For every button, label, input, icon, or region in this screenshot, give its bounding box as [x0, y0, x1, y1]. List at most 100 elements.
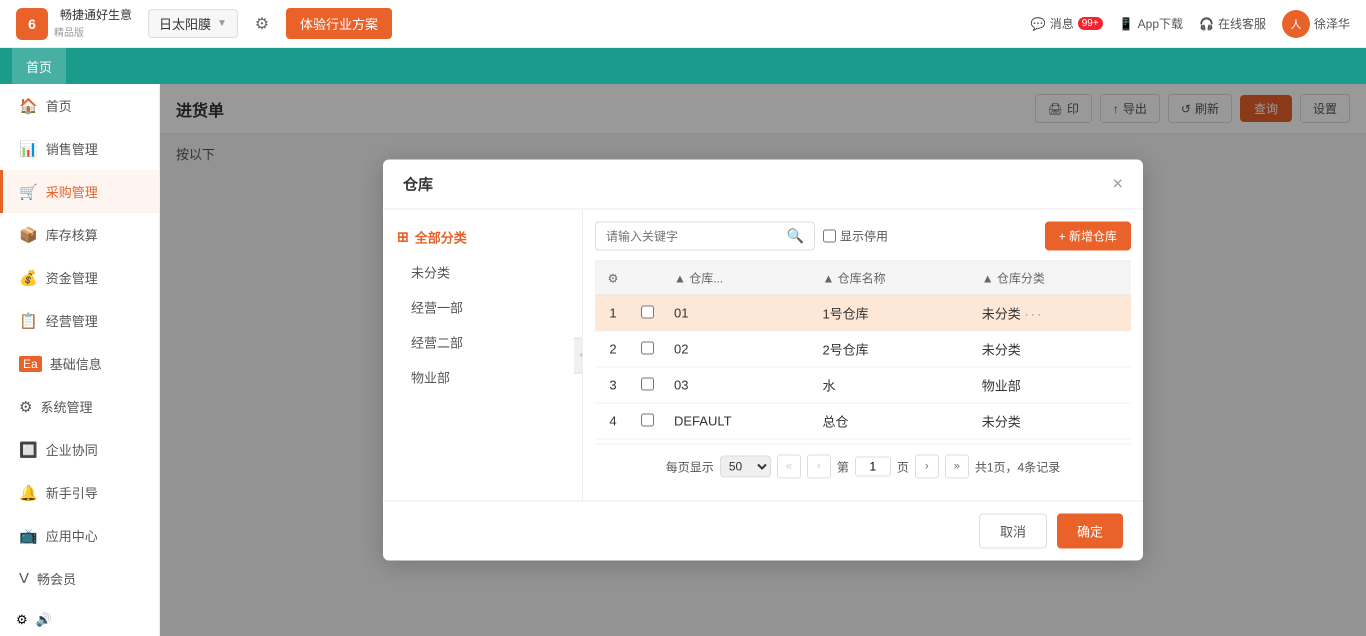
- table-row[interactable]: 2 02 2号仓库 未分类: [595, 331, 1131, 367]
- sidebar-item-sales-label: 销售管理: [46, 139, 98, 158]
- row-name: 2号仓库: [812, 331, 971, 367]
- gear-button[interactable]: ⚙: [246, 8, 278, 40]
- sidebar-item-guide[interactable]: 🔔 新手引导: [0, 471, 159, 514]
- row-num: 4: [595, 403, 631, 439]
- collapse-button[interactable]: «: [574, 337, 583, 373]
- trial-button[interactable]: 体验行业方案: [286, 8, 392, 39]
- chevron-down-icon: ▼: [217, 18, 227, 29]
- sidebar-item-enterprise[interactable]: 🔲 企业协同: [0, 428, 159, 471]
- sidebar-item-finance-label: 资金管理: [46, 268, 98, 287]
- avatar: 人: [1282, 10, 1310, 38]
- sidebar-item-home[interactable]: 🏠 首页: [0, 84, 159, 127]
- guide-icon: 🔔: [19, 484, 38, 502]
- sidebar-item-system[interactable]: ⚙ 系统管理: [0, 385, 159, 428]
- username: 徐泽华: [1314, 15, 1350, 32]
- category-all-label: 全部分类: [415, 228, 467, 247]
- row-category: 物业部: [972, 367, 1131, 403]
- row-checkbox-cell[interactable]: [631, 403, 664, 439]
- sidebar-item-basic-info[interactable]: Ea 基础信息: [0, 342, 159, 385]
- table-row[interactable]: 1 01 1号仓库 未分类 ···: [595, 295, 1131, 331]
- page-input[interactable]: [855, 457, 891, 477]
- row-checkbox-cell[interactable]: [631, 331, 664, 367]
- logo-sub: 精品版: [54, 24, 132, 39]
- inventory-icon: 📦: [19, 226, 38, 244]
- sidebar-item-basic-info-label: 基础信息: [50, 354, 102, 373]
- finance-icon: 💰: [19, 269, 38, 287]
- sidebar-item-membership-label: 畅会员: [37, 569, 76, 588]
- sidebar-item-inventory[interactable]: 📦 库存核算: [0, 213, 159, 256]
- page-suffix: 页: [897, 458, 909, 475]
- gear-icon: ⚙: [255, 14, 269, 34]
- last-page-button[interactable]: »: [945, 455, 969, 479]
- system-icon: ⚙: [19, 398, 32, 416]
- message-item[interactable]: 💬 消息 99+: [1031, 15, 1103, 32]
- nav-tab-home-label: 首页: [26, 57, 52, 76]
- category-item-property[interactable]: 物业部: [383, 360, 582, 395]
- search-input-wrap: 🔍: [595, 222, 815, 251]
- row-checkbox-cell[interactable]: [631, 367, 664, 403]
- row-code: 03: [664, 367, 812, 403]
- modal-footer: 取消 确定: [383, 501, 1143, 561]
- row-checkbox[interactable]: [641, 305, 654, 318]
- search-bar: 🔍 显示停用 + 新增仓库: [595, 222, 1131, 251]
- settings-icon[interactable]: ⚙: [16, 612, 28, 628]
- first-page-button[interactable]: «: [777, 455, 801, 479]
- category-item-ops1[interactable]: 经营一部: [383, 290, 582, 325]
- confirm-button[interactable]: 确定: [1057, 514, 1123, 549]
- app-download-item[interactable]: 📱 App下载: [1119, 15, 1183, 32]
- row-checkbox[interactable]: [641, 341, 654, 354]
- per-page-label: 每页显示: [666, 458, 714, 475]
- row-num: 3: [595, 367, 631, 403]
- sidebar-item-purchase[interactable]: 🛒 采购管理: [0, 170, 159, 213]
- store-selector[interactable]: 日太阳膜 ▼: [148, 9, 238, 38]
- show-disabled-checkbox[interactable]: 显示停用: [823, 228, 888, 245]
- show-disabled-input[interactable]: [823, 230, 836, 243]
- table-row[interactable]: 3 03 水 物业部: [595, 367, 1131, 403]
- search-input[interactable]: [606, 229, 787, 243]
- user-profile[interactable]: 人 徐泽华: [1282, 10, 1350, 38]
- warehouse-table: ⚙ ▲ 仓库... ▲ 仓库名称 ▲ 仓库分类 1: [595, 261, 1131, 440]
- next-page-button[interactable]: ›: [915, 455, 939, 479]
- enterprise-icon: 🔲: [19, 441, 38, 459]
- message-badge: 99+: [1078, 17, 1103, 30]
- sidebar-item-apps[interactable]: 📺 应用中心: [0, 514, 159, 557]
- row-checkbox-cell[interactable]: [631, 295, 664, 331]
- sidebar-item-operations-label: 经营管理: [46, 311, 98, 330]
- action-dots[interactable]: ···: [1024, 307, 1043, 322]
- online-service-item[interactable]: 🎧 在线客服: [1199, 15, 1266, 32]
- sidebar-item-enterprise-label: 企业协同: [46, 440, 98, 459]
- sidebar-item-home-label: 首页: [46, 96, 72, 115]
- table-row[interactable]: 4 DEFAULT 总仓 未分类: [595, 403, 1131, 439]
- sales-icon: 📊: [19, 140, 38, 158]
- category-all-header[interactable]: ⊞ 全部分类: [383, 220, 582, 255]
- nav-tab-home[interactable]: 首页: [12, 48, 66, 84]
- sidebar-item-membership[interactable]: V 畅会员: [0, 557, 159, 600]
- row-num: 2: [595, 331, 631, 367]
- online-service-label: 在线客服: [1218, 15, 1266, 32]
- sidebar-item-sales[interactable]: 📊 销售管理: [0, 127, 159, 170]
- sidebar: 🏠 首页 📊 销售管理 🛒 采购管理 📦 库存核算 💰 资金管理 📋 经营管理 …: [0, 84, 160, 636]
- cancel-button[interactable]: 取消: [979, 514, 1047, 549]
- sidebar-item-apps-label: 应用中心: [46, 526, 98, 545]
- close-button[interactable]: ×: [1112, 174, 1123, 195]
- row-checkbox[interactable]: [641, 413, 654, 426]
- row-num: 1: [595, 295, 631, 331]
- logo-text: 畅捷通好生意: [60, 8, 132, 24]
- row-checkbox[interactable]: [641, 377, 654, 390]
- sidebar-item-system-label: 系统管理: [40, 397, 92, 416]
- category-item-unclassified[interactable]: 未分类: [383, 255, 582, 290]
- category-item-ops2[interactable]: 经营二部: [383, 325, 582, 360]
- sidebar-item-operations[interactable]: 📋 经营管理: [0, 299, 159, 342]
- row-name: 总仓: [812, 403, 971, 439]
- volume-icon[interactable]: 🔊: [36, 612, 52, 628]
- sidebar-item-purchase-label: 采购管理: [46, 182, 98, 201]
- per-page-select[interactable]: 50 20 100: [720, 456, 771, 478]
- basic-info-icon: Ea: [19, 356, 42, 372]
- headphone-icon: 🎧: [1199, 17, 1214, 31]
- grid-icon: ⊞: [397, 229, 409, 246]
- sidebar-item-finance[interactable]: 💰 资金管理: [0, 256, 159, 299]
- operations-icon: 📋: [19, 312, 38, 330]
- prev-page-button[interactable]: ‹: [807, 455, 831, 479]
- add-warehouse-button[interactable]: + 新增仓库: [1045, 222, 1131, 251]
- search-icon: 🔍: [787, 228, 804, 245]
